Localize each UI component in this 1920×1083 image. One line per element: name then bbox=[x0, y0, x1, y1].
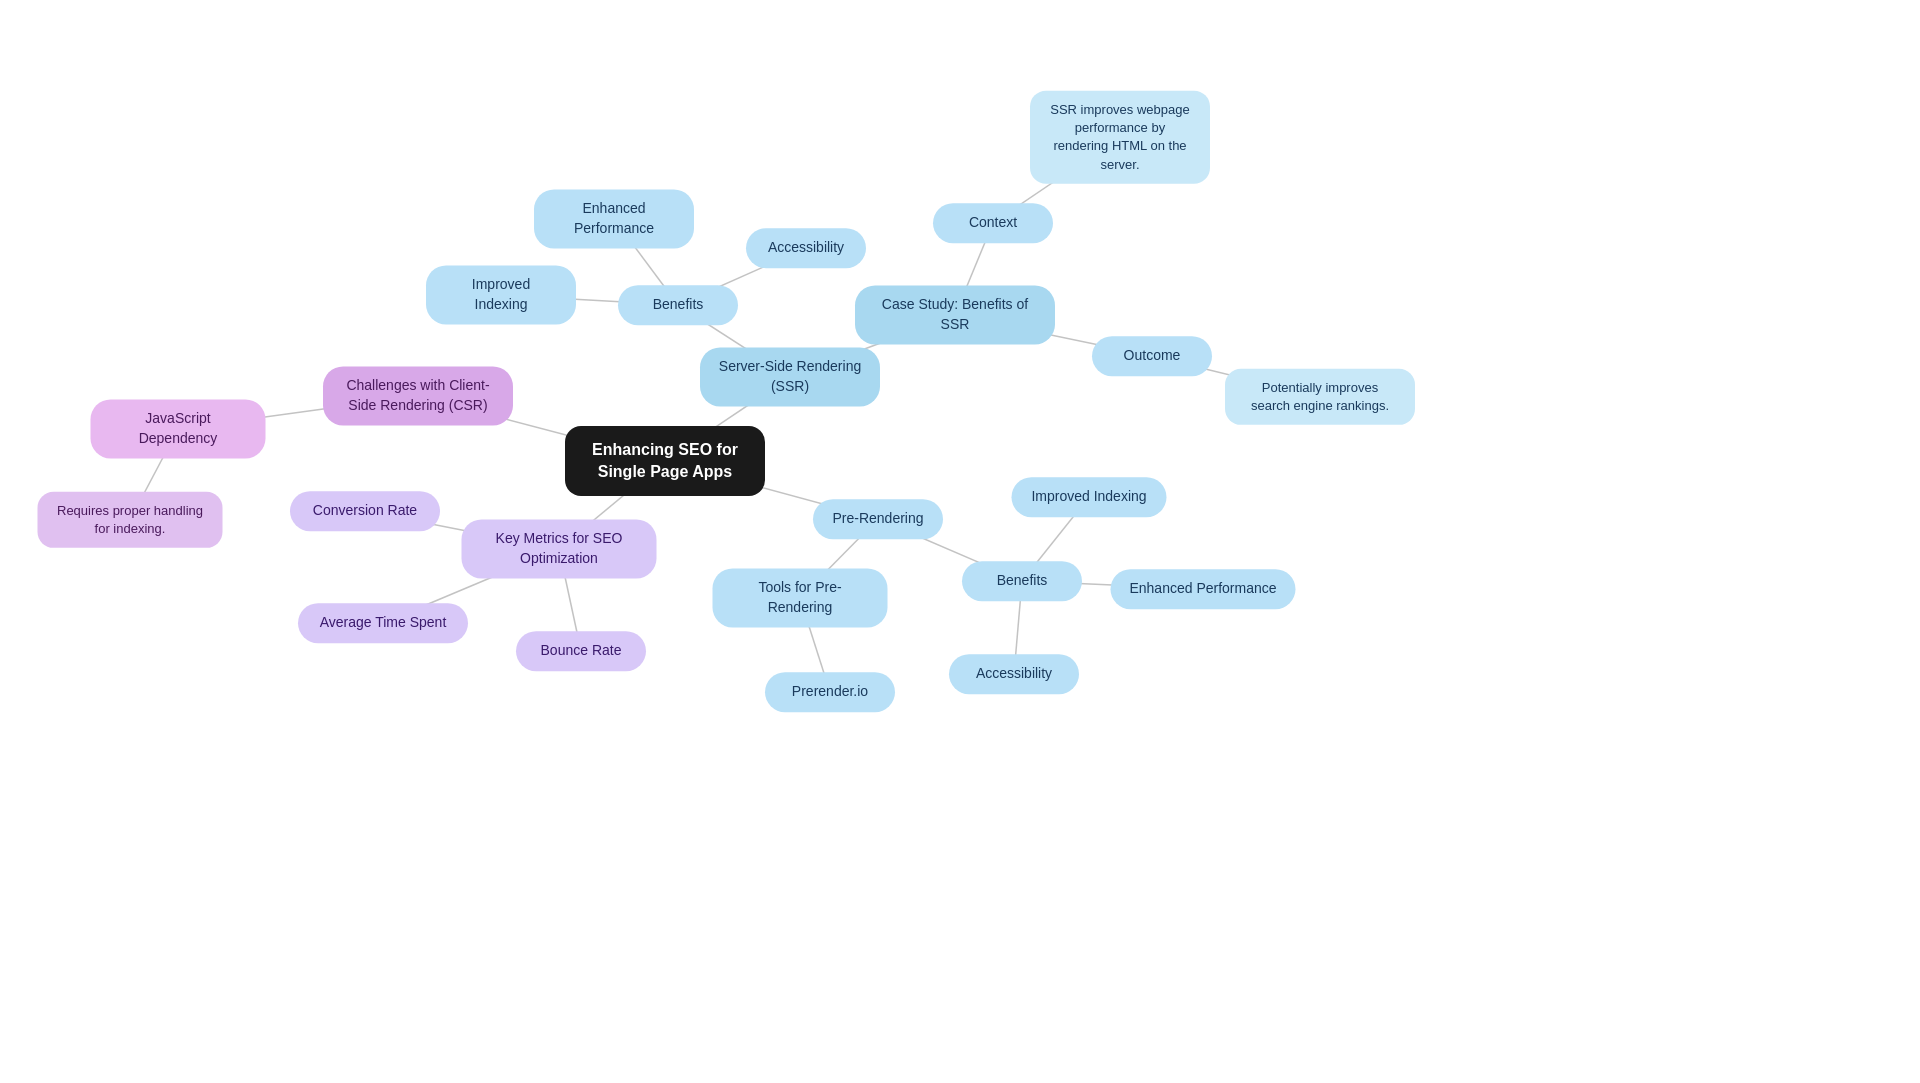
node-prerender_io[interactable]: Prerender.io bbox=[765, 672, 895, 712]
node-ssr_accessibility[interactable]: Accessibility bbox=[746, 228, 866, 268]
node-ssr_benefits[interactable]: Benefits bbox=[618, 285, 738, 325]
node-ssr[interactable]: Server-Side Rendering (SSR) bbox=[700, 347, 880, 406]
mindmap-canvas: Enhancing SEO for Single Page Apps Server… bbox=[0, 0, 1920, 1083]
node-csr_js_dep[interactable]: JavaScript Dependency bbox=[91, 399, 266, 458]
node-ssr_context_desc[interactable]: SSR improves webpage performance by rend… bbox=[1030, 91, 1210, 184]
node-ssr_case_study[interactable]: Case Study: Benefits of SSR bbox=[855, 285, 1055, 344]
node-conversion_rate[interactable]: Conversion Rate bbox=[290, 491, 440, 531]
node-ssr_enhanced_perf[interactable]: Enhanced Performance bbox=[534, 189, 694, 248]
node-ssr_improved_indexing[interactable]: Improved Indexing bbox=[426, 265, 576, 324]
node-ssr_context[interactable]: Context bbox=[933, 203, 1053, 243]
node-key_metrics[interactable]: Key Metrics for SEO Optimization bbox=[462, 519, 657, 578]
node-pre_improved_indexing[interactable]: Improved Indexing bbox=[1012, 477, 1167, 517]
connections-svg bbox=[0, 0, 1920, 1083]
node-ssr_outcome[interactable]: Outcome bbox=[1092, 336, 1212, 376]
node-csr_indexing[interactable]: Requires proper handling for indexing. bbox=[38, 492, 223, 548]
node-pre_enhanced_perf[interactable]: Enhanced Performance bbox=[1111, 569, 1296, 609]
node-center[interactable]: Enhancing SEO for Single Page Apps bbox=[565, 426, 765, 496]
node-tools_pre_rendering[interactable]: Tools for Pre-Rendering bbox=[713, 568, 888, 627]
node-pre_benefits[interactable]: Benefits bbox=[962, 561, 1082, 601]
node-csr[interactable]: Challenges with Client-Side Rendering (C… bbox=[323, 366, 513, 425]
node-bounce_rate[interactable]: Bounce Rate bbox=[516, 631, 646, 671]
node-pre_rendering[interactable]: Pre-Rendering bbox=[813, 499, 943, 539]
node-avg_time[interactable]: Average Time Spent bbox=[298, 603, 468, 643]
node-pre_accessibility[interactable]: Accessibility bbox=[949, 654, 1079, 694]
node-ssr_outcome_desc[interactable]: Potentially improves search engine ranki… bbox=[1225, 369, 1415, 425]
